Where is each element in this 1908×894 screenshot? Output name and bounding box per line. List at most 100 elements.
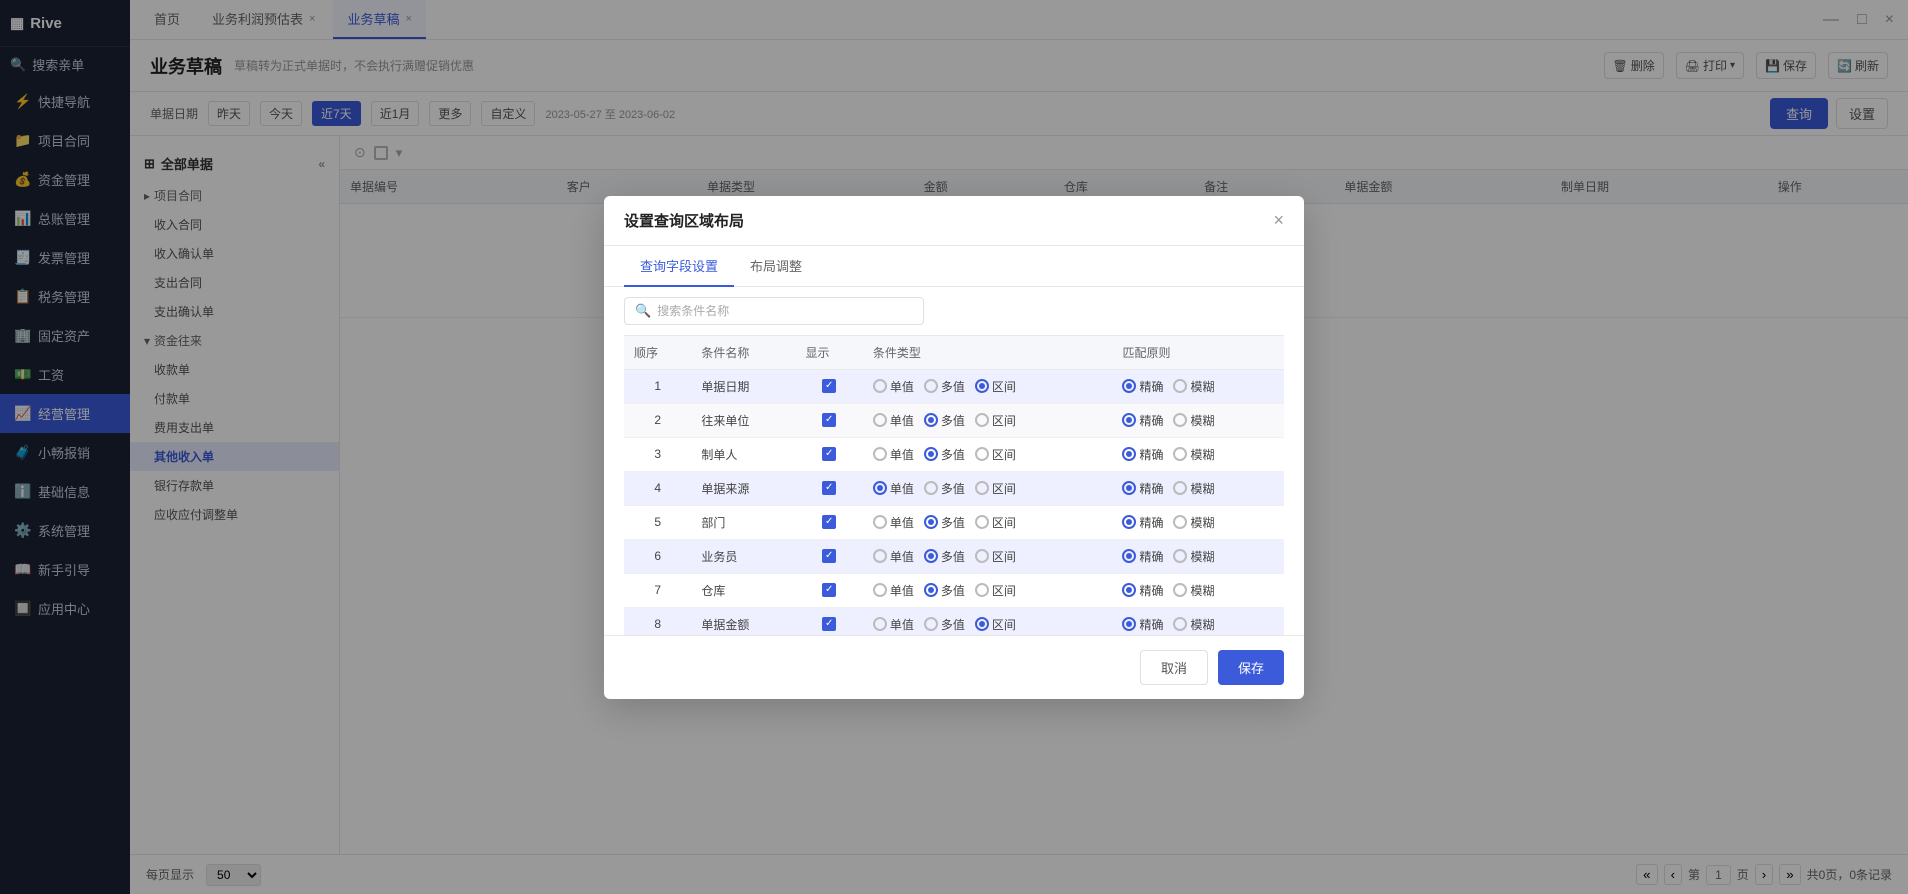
match-radio-group: 精确 模糊 (1122, 446, 1274, 463)
match-exact-radio[interactable]: 精确 (1122, 582, 1163, 599)
modal-footer: 取消 保存 (604, 635, 1304, 699)
match-fuzzy-radio[interactable]: 模糊 (1173, 378, 1214, 395)
cell-show[interactable] (795, 369, 862, 403)
cancel-button[interactable]: 取消 (1140, 650, 1208, 685)
multi-dot (924, 413, 938, 427)
modal-header: 设置查询区域布局 × (604, 196, 1304, 246)
cell-show[interactable] (795, 539, 862, 573)
cell-show[interactable] (795, 437, 862, 471)
multi-label: 多值 (941, 582, 965, 599)
single-label: 单值 (890, 616, 914, 633)
single-label: 单值 (890, 514, 914, 531)
match-exact-radio[interactable]: 精确 (1122, 514, 1163, 531)
modal-close-btn[interactable]: × (1273, 210, 1284, 231)
match-fuzzy-radio[interactable]: 模糊 (1173, 412, 1214, 429)
type-range-radio[interactable]: 区间 (975, 548, 1016, 565)
type-multi-radio[interactable]: 多值 (924, 582, 965, 599)
show-checkbox[interactable] (822, 617, 836, 631)
match-radio-group: 精确 模糊 (1122, 616, 1274, 633)
type-range-radio[interactable]: 区间 (975, 412, 1016, 429)
modal-search-box: 🔍 (624, 297, 924, 325)
show-checkbox[interactable] (822, 515, 836, 529)
type-single-radio[interactable]: 单值 (873, 480, 914, 497)
show-checkbox[interactable] (822, 413, 836, 427)
type-range-radio[interactable]: 区间 (975, 514, 1016, 531)
modal-search-input[interactable] (657, 304, 913, 318)
cell-order: 8 (624, 607, 691, 635)
show-checkbox[interactable] (822, 583, 836, 597)
show-checkbox[interactable] (822, 549, 836, 563)
match-exact-radio[interactable]: 精确 (1122, 446, 1163, 463)
match-exact-radio[interactable]: 精确 (1122, 412, 1163, 429)
type-single-radio[interactable]: 单值 (873, 616, 914, 633)
type-range-radio[interactable]: 区间 (975, 616, 1016, 633)
modal-dialog: 设置查询区域布局 × 查询字段设置 布局调整 🔍 顺序 条件名称 (604, 196, 1304, 699)
fuzzy-label: 模糊 (1190, 412, 1214, 429)
single-label: 单值 (890, 446, 914, 463)
cell-type: 单值 多值 区间 (863, 437, 1113, 471)
type-range-radio[interactable]: 区间 (975, 480, 1016, 497)
show-checkbox[interactable] (822, 379, 836, 393)
match-exact-radio[interactable]: 精确 (1122, 480, 1163, 497)
type-single-radio[interactable]: 单值 (873, 514, 914, 531)
cell-name: 单据日期 (691, 369, 795, 403)
modal-search-area: 🔍 (604, 287, 1304, 335)
fuzzy-dot (1173, 447, 1187, 461)
type-radio-group: 单值 多值 区间 (873, 548, 1103, 565)
match-exact-radio[interactable]: 精确 (1122, 548, 1163, 565)
cell-name: 单据金额 (691, 607, 795, 635)
type-multi-radio[interactable]: 多值 (924, 412, 965, 429)
type-multi-radio[interactable]: 多值 (924, 514, 965, 531)
type-single-radio[interactable]: 单值 (873, 548, 914, 565)
match-fuzzy-radio[interactable]: 模糊 (1173, 616, 1214, 633)
match-fuzzy-radio[interactable]: 模糊 (1173, 514, 1214, 531)
match-radio-group: 精确 模糊 (1122, 378, 1274, 395)
match-radio-group: 精确 模糊 (1122, 412, 1274, 429)
type-single-radio[interactable]: 单值 (873, 412, 914, 429)
type-multi-radio[interactable]: 多值 (924, 480, 965, 497)
col-show: 显示 (795, 335, 862, 369)
type-single-radio[interactable]: 单值 (873, 378, 914, 395)
type-multi-radio[interactable]: 多值 (924, 446, 965, 463)
match-exact-radio[interactable]: 精确 (1122, 378, 1163, 395)
type-multi-radio[interactable]: 多值 (924, 378, 965, 395)
type-range-radio[interactable]: 区间 (975, 446, 1016, 463)
match-exact-radio[interactable]: 精确 (1122, 616, 1163, 633)
cell-match: 精确 模糊 (1112, 539, 1284, 573)
cell-show[interactable] (795, 403, 862, 437)
fuzzy-dot (1173, 617, 1187, 631)
exact-dot (1122, 549, 1136, 563)
range-label: 区间 (992, 480, 1016, 497)
match-fuzzy-radio[interactable]: 模糊 (1173, 480, 1214, 497)
show-checkbox[interactable] (822, 447, 836, 461)
exact-label: 精确 (1139, 616, 1163, 633)
match-fuzzy-radio[interactable]: 模糊 (1173, 548, 1214, 565)
range-dot (975, 549, 989, 563)
cell-show[interactable] (795, 471, 862, 505)
type-single-radio[interactable]: 单值 (873, 582, 914, 599)
cell-type: 单值 多值 区间 (863, 369, 1113, 403)
cell-show[interactable] (795, 607, 862, 635)
modal-tab-field-settings[interactable]: 查询字段设置 (624, 246, 734, 287)
range-dot (975, 617, 989, 631)
match-radio-group: 精确 模糊 (1122, 582, 1274, 599)
cell-match: 精确 模糊 (1112, 573, 1284, 607)
fuzzy-label: 模糊 (1190, 616, 1214, 633)
match-fuzzy-radio[interactable]: 模糊 (1173, 582, 1214, 599)
type-range-radio[interactable]: 区间 (975, 582, 1016, 599)
exact-dot (1122, 447, 1136, 461)
cell-match: 精确 模糊 (1112, 505, 1284, 539)
col-order: 顺序 (624, 335, 691, 369)
type-multi-radio[interactable]: 多值 (924, 548, 965, 565)
save-button[interactable]: 保存 (1218, 650, 1284, 685)
fuzzy-label: 模糊 (1190, 378, 1214, 395)
match-fuzzy-radio[interactable]: 模糊 (1173, 446, 1214, 463)
modal-table: 顺序 条件名称 显示 条件类型 匹配原则 1 单据日期 单值 (624, 335, 1284, 635)
type-multi-radio[interactable]: 多值 (924, 616, 965, 633)
show-checkbox[interactable] (822, 481, 836, 495)
modal-tab-layout-adjust[interactable]: 布局调整 (734, 246, 818, 287)
type-range-radio[interactable]: 区间 (975, 378, 1016, 395)
cell-show[interactable] (795, 505, 862, 539)
type-single-radio[interactable]: 单值 (873, 446, 914, 463)
cell-show[interactable] (795, 573, 862, 607)
